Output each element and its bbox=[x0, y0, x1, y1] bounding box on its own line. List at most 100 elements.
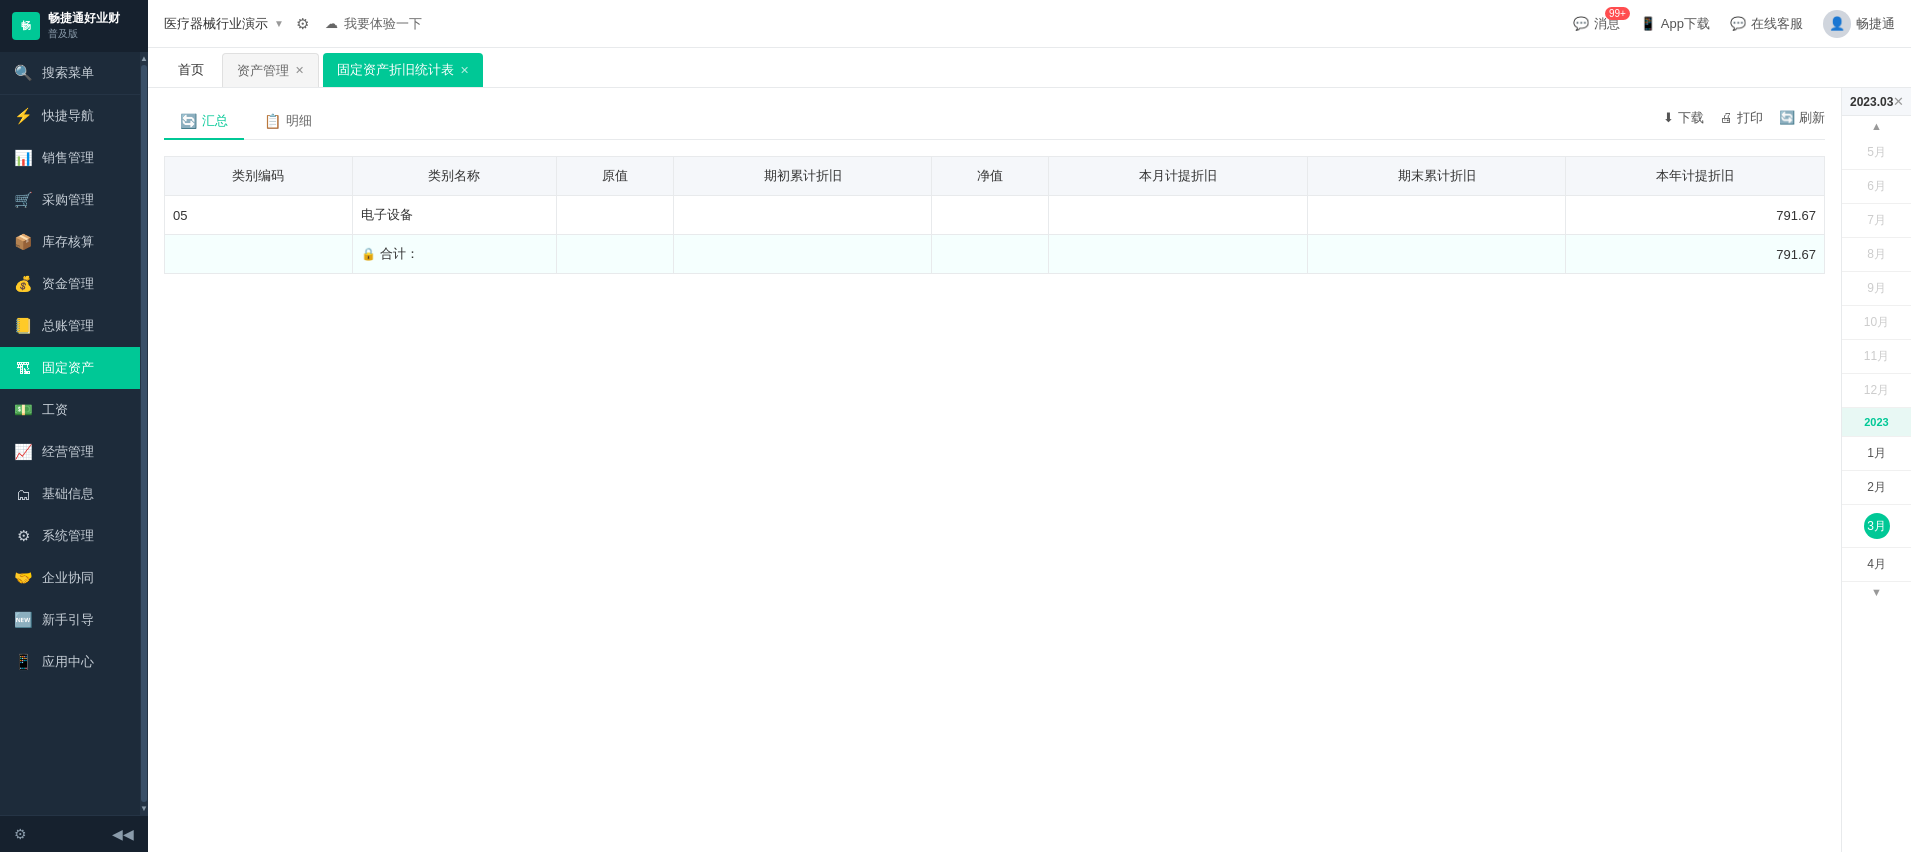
cell-original-value bbox=[556, 196, 673, 235]
sidebar-item-collab[interactable]: 🤝 企业协同 bbox=[0, 557, 140, 599]
tab-depreciation-report[interactable]: 固定资产折旧统计表 ✕ bbox=[323, 53, 483, 87]
sub-tab-detail[interactable]: 📋 明细 bbox=[248, 104, 328, 140]
col-header-annual-depreciation: 本年计提折旧 bbox=[1566, 157, 1825, 196]
sidebar-item-quicknav[interactable]: ⚡ 快捷导航 bbox=[0, 95, 140, 137]
date-entry-9[interactable]: 9月 bbox=[1842, 272, 1911, 306]
date-entry-2023-1[interactable]: 1月 bbox=[1842, 437, 1911, 471]
col-header-code: 类别编码 bbox=[165, 157, 353, 196]
date-entry-8[interactable]: 8月 bbox=[1842, 238, 1911, 272]
tab-depreciation-close-icon[interactable]: ✕ bbox=[460, 64, 469, 77]
app-download-icon: 📱 bbox=[1640, 16, 1656, 31]
sidebar-item-label: 系统管理 bbox=[42, 527, 94, 545]
online-service-label: 在线客服 bbox=[1751, 15, 1803, 33]
app-download-btn[interactable]: 📱 App下载 bbox=[1640, 15, 1710, 33]
experience-label: 我要体验一下 bbox=[344, 15, 422, 33]
sidebar-item-label: 采购管理 bbox=[42, 191, 94, 209]
date-entry-2023-3[interactable]: 3月 bbox=[1842, 505, 1911, 548]
sidebar-item-guide[interactable]: 🆕 新手引导 bbox=[0, 599, 140, 641]
date-panel-header-row: 2023.03 ✕ ⤢ bbox=[1842, 88, 1911, 116]
sidebar-item-system[interactable]: ⚙ 系统管理 bbox=[0, 515, 140, 557]
sidebar-item-inventory[interactable]: 📦 库存核算 bbox=[0, 221, 140, 263]
payroll-icon: 💵 bbox=[14, 401, 32, 419]
app-version: 普及版 bbox=[48, 27, 120, 41]
avatar: 👤 bbox=[1823, 10, 1851, 38]
tab-home[interactable]: 首页 bbox=[164, 53, 218, 87]
date-entry-2023-2[interactable]: 2月 bbox=[1842, 471, 1911, 505]
online-service-icon: 💬 bbox=[1730, 16, 1746, 31]
download-btn[interactable]: ⬇ 下载 bbox=[1663, 109, 1704, 127]
main-area: 医疗器械行业演示 ▼ ⚙ ☁ 我要体验一下 💬 消息 99+ 📱 App下载 💬… bbox=[148, 0, 1911, 852]
date-entry-2023-4[interactable]: 4月 bbox=[1842, 548, 1911, 582]
business-icon: 📈 bbox=[14, 443, 32, 461]
basic-info-icon: 🗂 bbox=[14, 486, 32, 503]
col-header-net-value: 净值 bbox=[932, 157, 1049, 196]
date-entry-10[interactable]: 10月 bbox=[1842, 306, 1911, 340]
cell-beginning-depreciation bbox=[673, 196, 932, 235]
sidebar-item-fixed-assets[interactable]: 🏗 固定资产 bbox=[0, 347, 140, 389]
sub-tab-summary[interactable]: 🔄 汇总 bbox=[164, 104, 244, 140]
fixed-assets-icon: 🏗 bbox=[14, 360, 32, 377]
date-entry-12[interactable]: 12月 bbox=[1842, 374, 1911, 408]
sidebar-footer: ⚙ ◀◀ bbox=[0, 815, 148, 852]
date-entry-11[interactable]: 11月 bbox=[1842, 340, 1911, 374]
download-icon: ⬇ bbox=[1663, 110, 1674, 125]
total-code-cell bbox=[165, 235, 353, 274]
sidebar-item-payroll[interactable]: 💵 工资 bbox=[0, 389, 140, 431]
user-label: 畅捷通 bbox=[1856, 15, 1895, 33]
user-menu[interactable]: 👤 畅捷通 bbox=[1823, 10, 1895, 38]
tab-depreciation-label: 固定资产折旧统计表 bbox=[337, 61, 454, 79]
total-label: 合计： bbox=[380, 245, 419, 263]
sidebar-item-appstore[interactable]: 📱 应用中心 bbox=[0, 641, 140, 683]
col-header-monthly-depreciation: 本月计提折旧 bbox=[1049, 157, 1308, 196]
topbar-settings-icon[interactable]: ⚙ bbox=[296, 15, 309, 33]
quicknav-icon: ⚡ bbox=[14, 107, 32, 125]
sidebar-item-funds[interactable]: 💰 资金管理 bbox=[0, 263, 140, 305]
col-header-beginning-depreciation: 期初累计折旧 bbox=[673, 157, 932, 196]
total-beginning-depreciation bbox=[673, 235, 932, 274]
sidebar-item-ledger[interactable]: 📒 总账管理 bbox=[0, 305, 140, 347]
sidebar-item-search[interactable]: 🔍 搜索菜单 bbox=[0, 52, 140, 95]
col-header-original-value: 原值 bbox=[556, 157, 673, 196]
content-area: 🔄 汇总 📋 明细 ⬇ 下载 🖨 打印 bbox=[148, 88, 1911, 852]
date-entry-6[interactable]: 6月 bbox=[1842, 170, 1911, 204]
refresh-btn[interactable]: 🔄 刷新 bbox=[1779, 109, 1825, 127]
date-panel-close-icon[interactable]: ✕ bbox=[1893, 94, 1904, 109]
sidebar-item-business[interactable]: 📈 经营管理 bbox=[0, 431, 140, 473]
print-label: 打印 bbox=[1737, 109, 1763, 127]
sidebar-item-purchase[interactable]: 🛒 采购管理 bbox=[0, 179, 140, 221]
cell-code: 05 bbox=[165, 196, 353, 235]
date-nav-up[interactable]: ▲ bbox=[1842, 116, 1911, 136]
tab-asset-manage[interactable]: 资产管理 ✕ bbox=[222, 53, 319, 87]
sidebar-item-label: 基础信息 bbox=[42, 485, 94, 503]
date-entry-5[interactable]: 5月 bbox=[1842, 136, 1911, 170]
sidebar-item-label: 库存核算 bbox=[42, 233, 94, 251]
settings-footer-icon[interactable]: ⚙ bbox=[14, 826, 27, 842]
cell-annual-depreciation: 791.67 bbox=[1566, 196, 1825, 235]
company-selector[interactable]: 医疗器械行业演示 ▼ bbox=[164, 15, 284, 33]
sidebar-item-label: 新手引导 bbox=[42, 611, 94, 629]
sidebar-scrollbar[interactable]: ▲ ▼ bbox=[140, 52, 148, 815]
detail-icon: 📋 bbox=[264, 113, 281, 129]
sidebar-item-label: 固定资产 bbox=[42, 359, 94, 377]
experience-btn[interactable]: ☁ 我要体验一下 bbox=[325, 15, 422, 33]
sidebar-item-label: 企业协同 bbox=[42, 569, 94, 587]
scrollbar-thumb[interactable] bbox=[141, 65, 147, 802]
sidebar-item-basic-info[interactable]: 🗂 基础信息 bbox=[0, 473, 140, 515]
refresh-icon: 🔄 bbox=[1779, 110, 1795, 125]
sidebar-nav: 🔍 搜索菜单 ⚡ 快捷导航 📊 销售管理 🛒 采购管理 📦 库存核算 💰 bbox=[0, 52, 140, 815]
table-total-row: 🔒 合计： 791.67 bbox=[165, 235, 1825, 274]
messages-btn[interactable]: 💬 消息 99+ bbox=[1573, 15, 1620, 33]
cell-ending-depreciation bbox=[1307, 196, 1566, 235]
sidebar-item-label: 工资 bbox=[42, 401, 68, 419]
cell-monthly-depreciation bbox=[1049, 196, 1308, 235]
date-nav-down[interactable]: ▼ bbox=[1842, 582, 1911, 602]
scroll-down-arrow[interactable]: ▼ bbox=[140, 804, 148, 813]
experience-cloud-icon: ☁ bbox=[325, 16, 338, 31]
tab-asset-close-icon[interactable]: ✕ bbox=[295, 64, 304, 77]
print-btn[interactable]: 🖨 打印 bbox=[1720, 109, 1763, 127]
collapse-icon[interactable]: ◀◀ bbox=[112, 826, 134, 842]
date-entry-7[interactable]: 7月 bbox=[1842, 204, 1911, 238]
online-service-btn[interactable]: 💬 在线客服 bbox=[1730, 15, 1803, 33]
scroll-up-arrow[interactable]: ▲ bbox=[140, 54, 148, 63]
sidebar-item-sales[interactable]: 📊 销售管理 bbox=[0, 137, 140, 179]
